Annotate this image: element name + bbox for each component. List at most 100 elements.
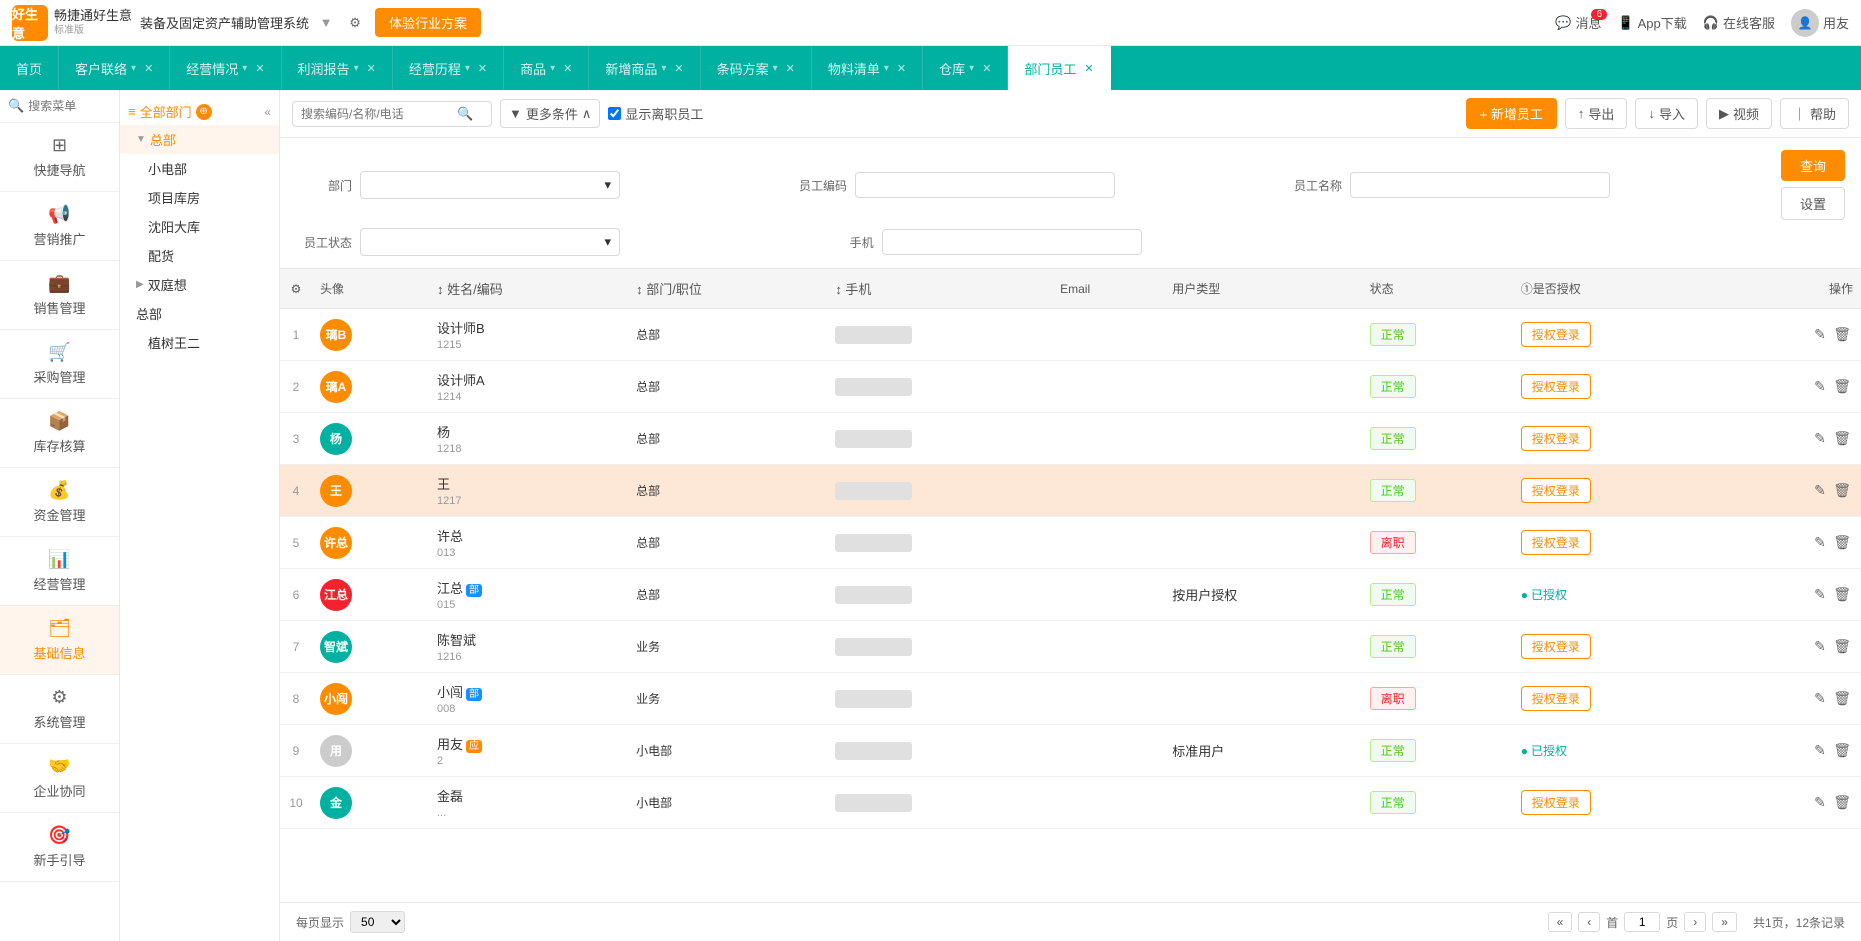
query-button[interactable]: 查询 <box>1781 150 1845 181</box>
sidebar-item-finance[interactable]: 💰 资金管理 <box>0 468 119 537</box>
edit-button[interactable]: ✎ <box>1812 428 1828 449</box>
dept-item-shenyang[interactable]: 沈阳大库 <box>120 212 279 241</box>
auth-button[interactable]: 授权登录 <box>1521 374 1591 399</box>
close-icon[interactable]: ✕ <box>982 62 991 75</box>
edit-button[interactable]: ✎ <box>1812 376 1828 397</box>
close-icon[interactable]: ✕ <box>786 62 795 75</box>
close-icon[interactable]: ✕ <box>478 62 487 75</box>
close-icon[interactable]: ✕ <box>367 62 376 75</box>
auth-button[interactable]: 授权登录 <box>1521 478 1591 503</box>
col-settings[interactable]: ⚙ <box>280 269 312 309</box>
tab-warehouse[interactable]: 仓库 ▾ ✕ <box>923 46 1008 90</box>
delete-button[interactable]: 🗑 <box>1831 376 1853 397</box>
emp-code-input[interactable] <box>855 172 1115 198</box>
tab-home[interactable]: 首页 <box>0 46 59 90</box>
edit-button[interactable]: ✎ <box>1812 480 1828 501</box>
edit-button[interactable]: ✎ <box>1812 324 1828 345</box>
tab-customer[interactable]: 客户联络 ▾ ✕ <box>59 46 170 90</box>
tab-employee[interactable]: 部门员工 ✕ <box>1008 46 1110 90</box>
export-button[interactable]: ↑ 导出 <box>1565 98 1628 129</box>
sidebar-item-purchase[interactable]: 🛒 采购管理 <box>0 330 119 399</box>
dept-select[interactable]: ▾ <box>360 171 620 199</box>
sidebar-item-sysadmin[interactable]: ⚙ 系统管理 <box>0 675 119 744</box>
sidebar-item-sales[interactable]: 💼 销售管理 <box>0 261 119 330</box>
next-page-btn[interactable]: › <box>1684 912 1706 932</box>
emp-status-select[interactable]: ▾ <box>360 228 620 256</box>
tab-barcode[interactable]: 条码方案 ▾ ✕ <box>701 46 812 90</box>
dept-item-hq[interactable]: 总部 <box>120 299 279 328</box>
auth-button[interactable]: 授权登录 <box>1521 530 1591 555</box>
phone-input[interactable] <box>882 229 1142 255</box>
close-icon[interactable]: ✕ <box>674 62 683 75</box>
collapse-icon[interactable]: « <box>264 105 271 119</box>
edit-button[interactable]: ✎ <box>1812 532 1828 553</box>
dept-item-doubledream[interactable]: ▶ 双庭想 <box>120 270 279 299</box>
user-action[interactable]: 👤 用友 <box>1791 9 1849 37</box>
sidebar-search[interactable]: 🔍 <box>0 90 119 123</box>
tab-operations[interactable]: 经营情况 ▾ ✕ <box>170 46 281 90</box>
show-resigned-checkbox[interactable] <box>608 107 621 120</box>
sidebar-item-inventory[interactable]: 📦 库存核算 <box>0 399 119 468</box>
search-input[interactable] <box>301 107 451 121</box>
sidebar-item-basicinfo[interactable]: 🗂 基础信息 <box>0 606 119 675</box>
show-resigned-checkbox-label[interactable]: 显示离职员工 <box>608 104 703 123</box>
add-employee-button[interactable]: + 新增员工 <box>1466 98 1557 129</box>
first-page-btn[interactable]: « <box>1548 912 1573 932</box>
page-size-select[interactable]: 50 100 200 <box>350 911 405 933</box>
dept-item-projroom[interactable]: 项目库房 <box>120 183 279 212</box>
sidebar-item-operations[interactable]: 📊 经营管理 <box>0 537 119 606</box>
sidebar-item-guide[interactable]: 🎯 新手引导 <box>0 813 119 882</box>
last-page-btn[interactable]: » <box>1712 912 1737 932</box>
delete-button[interactable]: 🗑 <box>1831 636 1853 657</box>
close-icon[interactable]: ✕ <box>563 62 572 75</box>
auth-button[interactable]: 授权登录 <box>1521 426 1591 451</box>
sidebar-item-marketing[interactable]: 📢 营销推广 <box>0 192 119 261</box>
tab-goods[interactable]: 商品 ▾ ✕ <box>504 46 589 90</box>
close-icon[interactable]: ✕ <box>255 62 264 75</box>
help-button[interactable]: ｜ 帮助 <box>1780 98 1849 129</box>
page-input[interactable] <box>1624 912 1660 932</box>
edit-button[interactable]: ✎ <box>1812 636 1828 657</box>
close-icon[interactable]: ✕ <box>144 62 153 75</box>
sidebar-search-input[interactable] <box>28 99 98 113</box>
dept-item-smallelec[interactable]: 小电部 <box>120 154 279 183</box>
delete-button[interactable]: 🗑 <box>1831 584 1853 605</box>
col-phone[interactable]: ↕ 手机 <box>827 269 1052 309</box>
emp-name-input[interactable] <box>1350 172 1610 198</box>
col-name-code[interactable]: ↕ 姓名/编码 <box>429 269 628 309</box>
edit-button[interactable]: ✎ <box>1812 584 1828 605</box>
tab-profit[interactable]: 利润报告 ▾ ✕ <box>282 46 393 90</box>
import-button[interactable]: ↓ 导入 <box>1635 98 1698 129</box>
edit-button[interactable]: ✎ <box>1812 688 1828 709</box>
col-dept[interactable]: ↕ 部门/职位 <box>628 269 827 309</box>
app-download-action[interactable]: 📱 App下载 <box>1617 13 1686 32</box>
delete-button[interactable]: 🗑 <box>1831 740 1853 761</box>
online-service-action[interactable]: 🎧 在线客服 <box>1703 13 1775 32</box>
auth-button[interactable]: 授权登录 <box>1521 686 1591 711</box>
dept-item-delivery[interactable]: 配货 <box>120 241 279 270</box>
settings-icon[interactable]: ⚙ <box>343 11 367 35</box>
edit-button[interactable]: ✎ <box>1812 792 1828 813</box>
tab-bom[interactable]: 物料清单 ▾ ✕ <box>812 46 923 90</box>
set-button[interactable]: 设置 <box>1781 187 1845 220</box>
message-action[interactable]: 💬 消息 6 <box>1555 13 1601 32</box>
view-button[interactable]: ▶ 视频 <box>1706 98 1772 129</box>
sidebar-item-collab[interactable]: 🤝 企业协同 <box>0 744 119 813</box>
more-conditions-btn[interactable]: ▼ 更多条件 ∧ <box>500 99 600 128</box>
delete-button[interactable]: 🗑 <box>1831 480 1853 501</box>
auth-button[interactable]: 授权登录 <box>1521 322 1591 347</box>
tab-add-goods[interactable]: 新增商品 ▾ ✕ <box>589 46 700 90</box>
sidebar-item-quicknav[interactable]: ⊞ 快捷导航 <box>0 123 119 192</box>
trial-button[interactable]: 体验行业方案 <box>375 8 481 37</box>
delete-button[interactable]: 🗑 <box>1831 428 1853 449</box>
delete-button[interactable]: 🗑 <box>1831 324 1853 345</box>
delete-button[interactable]: 🗑 <box>1831 532 1853 553</box>
auth-button[interactable]: 授权登录 <box>1521 790 1591 815</box>
tab-history[interactable]: 经营历程 ▾ ✕ <box>393 46 504 90</box>
dept-item-corp[interactable]: ▼ 总部 <box>120 125 279 154</box>
close-icon[interactable]: ✕ <box>1084 62 1093 75</box>
delete-button[interactable]: 🗑 <box>1831 792 1853 813</box>
prev-page-btn[interactable]: ‹ <box>1578 912 1600 932</box>
edit-button[interactable]: ✎ <box>1812 740 1828 761</box>
system-dropdown-icon[interactable]: ▼ <box>317 14 335 32</box>
